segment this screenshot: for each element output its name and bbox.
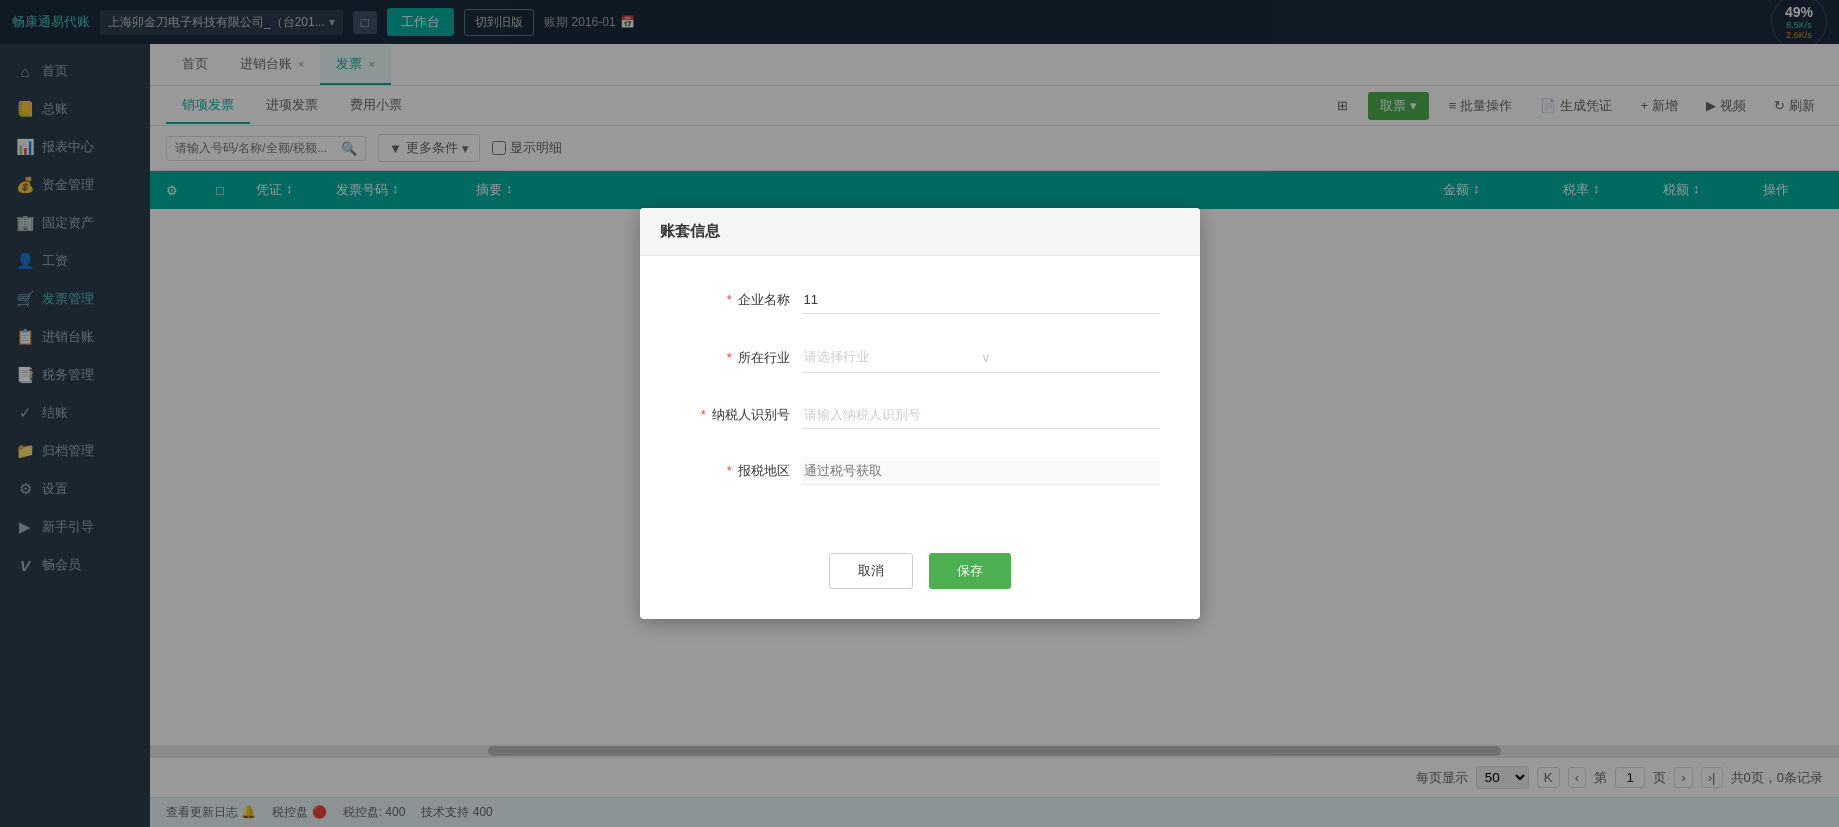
required-star: * (701, 407, 706, 422)
company-name-input[interactable] (802, 286, 1160, 314)
required-star: * (727, 292, 732, 307)
save-button[interactable]: 保存 (929, 553, 1011, 589)
industry-dropdown-arrow: ∨ (981, 350, 1158, 365)
industry-placeholder: 请选择行业 (804, 348, 981, 366)
form-row-company: * 企业名称 (680, 286, 1160, 314)
dialog-title: 账套信息 (660, 222, 720, 239)
industry-label: * 所在行业 (680, 349, 790, 367)
form-row-taxregion: * 报税地区 (680, 457, 1160, 485)
account-info-dialog: 账套信息 * 企业名称 * 所在行业 请选择行业 ∨ (640, 208, 1200, 619)
industry-select[interactable]: 请选择行业 ∨ (802, 342, 1160, 373)
required-star: * (727, 463, 732, 478)
dialog-header: 账套信息 (640, 208, 1200, 256)
taxid-label: * 纳税人识别号 (680, 406, 790, 424)
form-row-taxid: * 纳税人识别号 (680, 401, 1160, 429)
dialog-overlay[interactable]: 账套信息 * 企业名称 * 所在行业 请选择行业 ∨ (0, 0, 1839, 827)
cancel-button[interactable]: 取消 (829, 553, 913, 589)
taxid-input[interactable] (802, 401, 1160, 429)
required-star: * (727, 350, 732, 365)
taxregion-label: * 报税地区 (680, 462, 790, 480)
company-name-label: * 企业名称 (680, 291, 790, 309)
form-row-industry: * 所在行业 请选择行业 ∨ (680, 342, 1160, 373)
taxregion-input (802, 457, 1160, 485)
dialog-footer: 取消 保存 (640, 543, 1200, 619)
dialog-body: * 企业名称 * 所在行业 请选择行业 ∨ * 纳 (640, 256, 1200, 543)
